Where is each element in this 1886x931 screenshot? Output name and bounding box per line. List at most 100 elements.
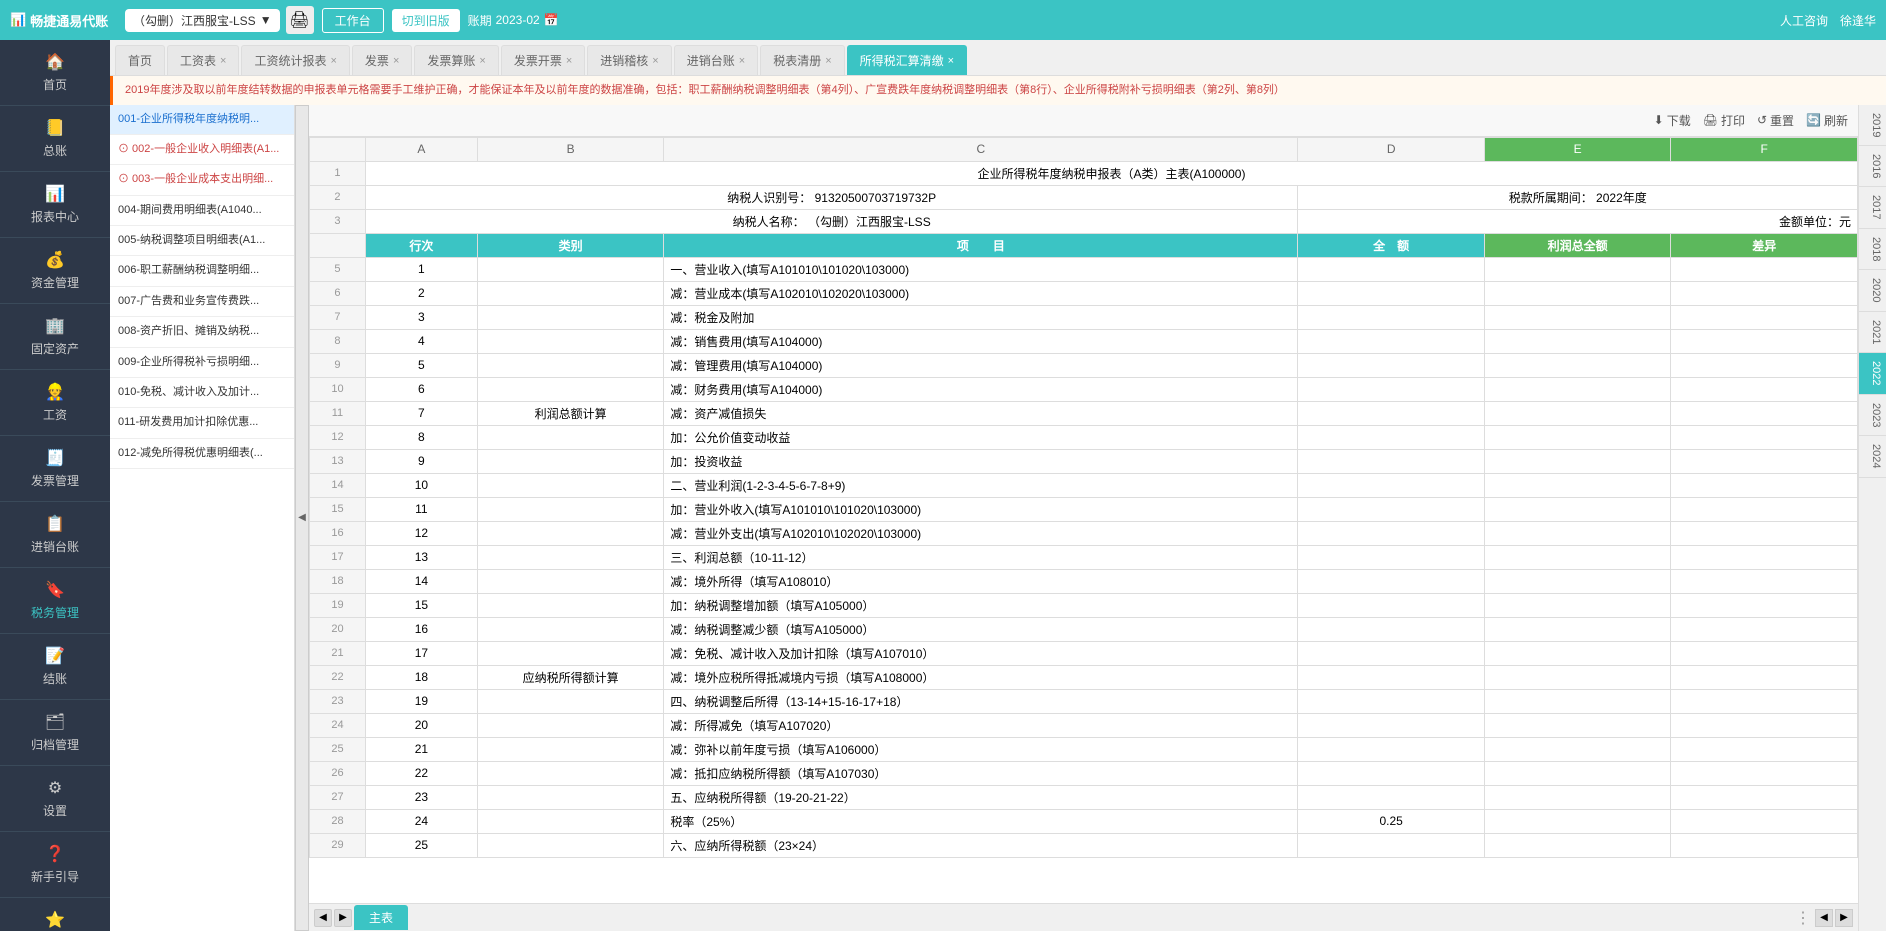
tab-close-income-tax[interactable]: × bbox=[948, 55, 954, 67]
nav-prev[interactable]: ◀ bbox=[314, 909, 332, 927]
table-row: 9 5 减：管理费用(填写A104000) bbox=[310, 353, 1858, 377]
download-button[interactable]: ⬇ 下载 bbox=[1654, 112, 1691, 129]
spreadsheet-wrapper[interactable]: A B C D E F 1 bbox=[309, 137, 1858, 904]
sidebar-item-invoice[interactable]: 🧾 发票管理 bbox=[0, 436, 110, 502]
sidebar-item-finance[interactable]: 💰 资金管理 bbox=[0, 238, 110, 304]
sales-icon: 📋 bbox=[45, 514, 65, 534]
table-row: 8 4 减：销售费用(填写A104000) bbox=[310, 329, 1858, 353]
left-panel-item-001[interactable]: 001-企业所得税年度纳税明... bbox=[110, 105, 294, 135]
tab-close-purchase-check[interactable]: × bbox=[652, 55, 658, 67]
settings-icon: ⚙ bbox=[48, 778, 62, 798]
left-panel-item-005[interactable]: 005-纳税调整项目明细表(A1... bbox=[110, 226, 294, 256]
switch-version-button[interactable]: 切到旧版 bbox=[392, 9, 460, 32]
logo-icon: 📊 bbox=[10, 12, 26, 28]
year-2022[interactable]: 2022 bbox=[1859, 353, 1886, 394]
bottom-tab-bar: ◀ ▶ 主表 ⋮ ◀ ▶ bbox=[309, 903, 1858, 931]
tab-close-tax-list[interactable]: × bbox=[825, 55, 831, 67]
year-2023[interactable]: 2023 bbox=[1859, 395, 1886, 436]
tab-tax-list[interactable]: 税表清册 × bbox=[760, 45, 844, 75]
workbench-button[interactable]: 工作台 bbox=[322, 8, 384, 33]
assets-icon: 🏢 bbox=[45, 316, 65, 336]
table-row: 20 16 减：纳税调整减少额（填写A105000） bbox=[310, 617, 1858, 641]
sidebar-label-reports: 报表中心 bbox=[31, 208, 79, 225]
sidebar-label-assets: 固定资产 bbox=[31, 340, 79, 357]
year-2021[interactable]: 2021 bbox=[1859, 312, 1886, 353]
tab-invoice-calc[interactable]: 发票算账 × bbox=[414, 45, 498, 75]
col-header-E: E bbox=[1484, 137, 1671, 161]
tab-home[interactable]: 首页 bbox=[115, 45, 165, 75]
nav-next[interactable]: ▶ bbox=[334, 909, 352, 927]
tab-purchase-ledger[interactable]: 进销台账 × bbox=[674, 45, 758, 75]
year-2024[interactable]: 2024 bbox=[1859, 436, 1886, 477]
sidebar-item-settings[interactable]: ⚙ 设置 bbox=[0, 766, 110, 832]
print-button[interactable]: 🖨 打印 bbox=[1703, 112, 1745, 129]
year-2019[interactable]: 2019 bbox=[1859, 105, 1886, 146]
print-label: 打印 bbox=[1721, 112, 1745, 129]
sidebar-item-assets[interactable]: 🏢 固定资产 bbox=[0, 304, 110, 370]
collapse-button[interactable]: ◀ bbox=[295, 105, 309, 931]
left-panel-item-004[interactable]: 004-期间费用明细表(A1040... bbox=[110, 196, 294, 226]
sidebar-item-guide[interactable]: ❓ 新手引导 bbox=[0, 832, 110, 898]
home-icon: 🏠 bbox=[45, 52, 65, 72]
year-2016[interactable]: 2016 bbox=[1859, 146, 1886, 187]
sidebar-item-home[interactable]: 🏠 首页 bbox=[0, 40, 110, 106]
header-right: 人工咨询 徐逢华 bbox=[1780, 12, 1876, 29]
left-panel-item-009[interactable]: 009-企业所得税补亏损明细... bbox=[110, 348, 294, 378]
sidebar-item-salary[interactable]: 👷 工资 bbox=[0, 370, 110, 436]
sidebar-item-close[interactable]: 📝 结账 bbox=[0, 634, 110, 700]
scroll-right[interactable]: ▶ bbox=[1835, 909, 1853, 927]
scroll-left[interactable]: ◀ bbox=[1815, 909, 1833, 927]
sidebar: 🏠 首页 📒 总账 📊 报表中心 💰 资金管理 🏢 固定资产 👷 工资 🧾 发票… bbox=[0, 40, 110, 931]
company-selector[interactable]: （勾删）江西服宝-LSS ▼ bbox=[125, 9, 280, 32]
year-2018[interactable]: 2018 bbox=[1859, 229, 1886, 270]
left-panel-item-006[interactable]: 006-职工薪酬纳税调整明细... bbox=[110, 256, 294, 286]
spreadsheet-area: ⬇ 下载 🖨 打印 ↺ 重置 🔄 刷新 bbox=[309, 105, 1858, 931]
tab-income-tax[interactable]: 所得税汇算清缴 × bbox=[847, 45, 967, 75]
sidebar-item-archive[interactable]: 🗂 归档管理 bbox=[0, 700, 110, 766]
tab-salary-report[interactable]: 工资统计报表 × bbox=[241, 45, 349, 75]
left-panel-item-008[interactable]: 008-资产折旧、摊销及纳税... bbox=[110, 317, 294, 347]
dots-separator: ⋮ bbox=[1795, 908, 1811, 928]
year-2017[interactable]: 2017 bbox=[1859, 187, 1886, 228]
left-panel-item-010[interactable]: 010-免税、减计收入及加计... bbox=[110, 378, 294, 408]
bottom-tab-main[interactable]: 主表 bbox=[354, 905, 408, 930]
ai-consult[interactable]: 人工咨询 bbox=[1780, 12, 1828, 29]
tab-invoice-open[interactable]: 发票开票 × bbox=[501, 45, 585, 75]
col-label-project: 项 目 bbox=[664, 233, 1298, 257]
main-layout: 🏠 首页 📒 总账 📊 报表中心 💰 资金管理 🏢 固定资产 👷 工资 🧾 发票… bbox=[0, 40, 1886, 931]
sidebar-item-tax[interactable]: 🔖 税务管理 bbox=[0, 568, 110, 634]
warning-banner: 2019年度涉及取以前年度结转数据的申报表单元格需要手工维护正确，才能保证本年及… bbox=[110, 76, 1886, 105]
left-panel-item-002[interactable]: ⊙ 002-一般企业收入明细表(A1... bbox=[110, 135, 294, 165]
table-row: 28 24 税率（25%） 0.25 bbox=[310, 809, 1858, 833]
tab-close-invoice-calc[interactable]: × bbox=[479, 55, 485, 67]
finance-icon: 💰 bbox=[45, 250, 65, 270]
user-name: 徐逢华 bbox=[1840, 12, 1876, 29]
tab-close-salary-report[interactable]: × bbox=[330, 55, 336, 67]
left-panel-item-011[interactable]: 011-研发费用加计扣除优惠... bbox=[110, 408, 294, 438]
sidebar-item-reports[interactable]: 📊 报表中心 bbox=[0, 172, 110, 238]
content-area: 首页 工资表 × 工资统计报表 × 发票 × 发票算账 × 发票开票 × 进销稽… bbox=[110, 40, 1886, 931]
year-2020[interactable]: 2020 bbox=[1859, 270, 1886, 311]
left-panel: 001-企业所得税年度纳税明... ⊙ 002-一般企业收入明细表(A1... … bbox=[110, 105, 295, 931]
tab-close-salary[interactable]: × bbox=[220, 55, 226, 67]
calendar-icon: 📅 bbox=[544, 13, 559, 27]
tab-close-invoice[interactable]: × bbox=[393, 55, 399, 67]
refresh-button[interactable]: 🔄 刷新 bbox=[1806, 112, 1848, 129]
sidebar-label-archive: 归档管理 bbox=[31, 736, 79, 753]
tab-close-purchase-ledger[interactable]: × bbox=[739, 55, 745, 67]
left-panel-item-003[interactable]: ⊙ 003-一般企业成本支出明细... bbox=[110, 165, 294, 195]
tab-close-invoice-open[interactable]: × bbox=[566, 55, 572, 67]
tab-invoice[interactable]: 发票 × bbox=[352, 45, 412, 75]
sidebar-item-sales[interactable]: 📋 进销台账 bbox=[0, 502, 110, 568]
sidebar-label-home: 首页 bbox=[43, 76, 67, 93]
reset-button[interactable]: ↺ 重置 bbox=[1757, 112, 1794, 129]
sidebar-label-tax: 税务管理 bbox=[31, 604, 79, 621]
tab-purchase-check[interactable]: 进销稽核 × bbox=[587, 45, 671, 75]
table-title: 企业所得税年度纳税申报表（A类）主表(A100000) bbox=[365, 161, 1857, 185]
left-panel-item-007[interactable]: 007-广告费和业务宣传费跌... bbox=[110, 287, 294, 317]
tab-salary[interactable]: 工资表 × bbox=[167, 45, 239, 75]
sidebar-item-member[interactable]: ⭐ 畅会员 bbox=[0, 898, 110, 931]
sidebar-item-ledger[interactable]: 📒 总账 bbox=[0, 106, 110, 172]
print-icon-btn[interactable]: 🖨 bbox=[286, 6, 314, 34]
left-panel-item-012[interactable]: 012-减免所得税优惠明细表(... bbox=[110, 439, 294, 469]
